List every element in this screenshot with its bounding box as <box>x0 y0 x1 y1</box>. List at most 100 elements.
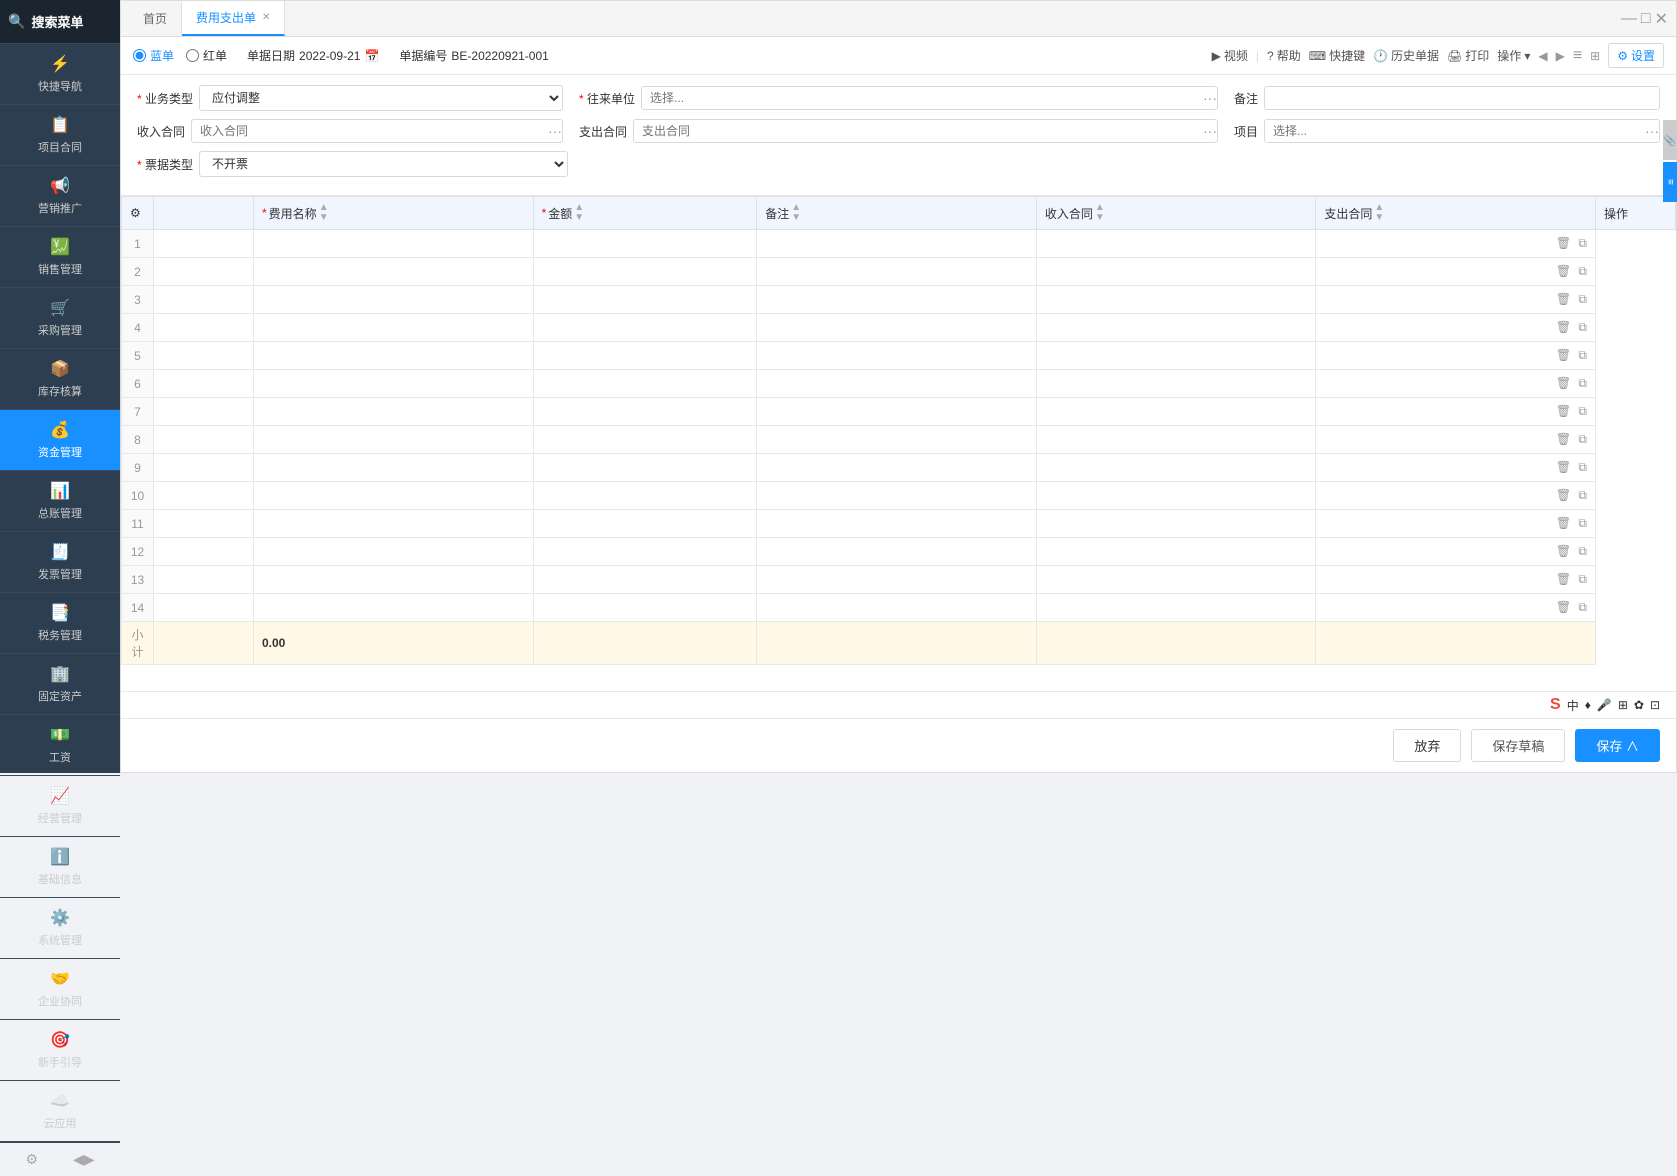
cell-income-8[interactable] <box>757 426 1037 454</box>
nav-next-btn[interactable]: ▶ <box>1556 49 1565 63</box>
copy-icon-7[interactable]: ⧉ <box>1578 404 1587 418</box>
delete-icon-3[interactable]: 🗑 <box>1556 292 1571 306</box>
settings-btn[interactable]: ⚙ 设置 <box>1608 43 1664 68</box>
cell-amount-3[interactable] <box>254 286 534 314</box>
cell-name-9[interactable] <box>154 454 254 482</box>
nav-prev-btn[interactable]: ◀ <box>1538 49 1547 63</box>
cell-expense-13[interactable] <box>1036 566 1316 594</box>
cell-income-3[interactable] <box>757 286 1037 314</box>
sidebar-item-quick-nav[interactable]: ⚡快捷导航 <box>0 44 120 105</box>
income-contract-dots[interactable]: ··· <box>548 123 562 139</box>
sort-icon-expense[interactable]: ▲▼ <box>1374 203 1384 223</box>
cell-amount-2[interactable] <box>254 258 534 286</box>
sort-icon-remark[interactable]: ▲▼ <box>791 203 801 223</box>
cell-income-14[interactable] <box>757 594 1037 622</box>
tab-home[interactable]: 首页 <box>129 2 182 35</box>
invoice-type-select[interactable]: 不开票 <box>199 151 568 177</box>
cell-name-6[interactable] <box>154 370 254 398</box>
save-draft-button[interactable]: 保存草稿 <box>1471 729 1565 762</box>
cell-expense-9[interactable] <box>1036 454 1316 482</box>
copy-icon-9[interactable]: ⧉ <box>1578 460 1587 474</box>
cell-amount-4[interactable] <box>254 314 534 342</box>
sidebar-item-system[interactable]: ⚙️系统管理 <box>0 898 120 959</box>
radio-red[interactable]: 红单 <box>186 47 227 64</box>
copy-icon-8[interactable]: ⧉ <box>1578 432 1587 446</box>
window-maximize-btn[interactable]: □ <box>1641 10 1651 28</box>
shortcut-btn[interactable]: ⌨ 快捷键 <box>1309 47 1365 64</box>
cell-amount-14[interactable] <box>254 594 534 622</box>
settings-icon[interactable]: ⚙ <box>25 1151 38 1168</box>
th-amount[interactable]: * 金额 ▲▼ <box>533 197 757 230</box>
cell-amount-12[interactable] <box>254 538 534 566</box>
copy-icon-3[interactable]: ⧉ <box>1578 292 1587 306</box>
delete-icon-8[interactable]: 🗑 <box>1556 432 1571 446</box>
delete-icon-14[interactable]: 🗑 <box>1556 600 1571 614</box>
th-income[interactable]: 收入合同 ▲▼ <box>1036 197 1316 230</box>
th-expense[interactable]: 支出合同 ▲▼ <box>1316 197 1596 230</box>
sidebar-item-tax[interactable]: 📑税务管理 <box>0 593 120 654</box>
save-button[interactable]: 保存 ∧ <box>1575 729 1660 762</box>
cell-expense-7[interactable] <box>1036 398 1316 426</box>
cell-amount-11[interactable] <box>254 510 534 538</box>
cell-expense-3[interactable] <box>1036 286 1316 314</box>
delete-icon-12[interactable]: 🗑 <box>1556 544 1571 558</box>
video-btn[interactable]: ▶ 视频 <box>1212 47 1248 64</box>
copy-icon-4[interactable]: ⧉ <box>1578 320 1587 334</box>
cell-amount-7[interactable] <box>254 398 534 426</box>
cell-remark-11[interactable] <box>533 510 757 538</box>
sidebar-item-enterprise[interactable]: 🤝企业协同 <box>0 959 120 1020</box>
cell-remark-9[interactable] <box>533 454 757 482</box>
delete-icon-2[interactable]: 🗑 <box>1556 264 1571 278</box>
income-contract-input[interactable] <box>192 120 544 142</box>
grid-view-btn[interactable]: ⊞ <box>1590 49 1600 63</box>
tab-expense-close[interactable]: ✕ <box>262 12 270 23</box>
date-value[interactable]: 2022-09-21 <box>299 49 360 63</box>
delete-icon-1[interactable]: 🗑 <box>1556 236 1571 250</box>
project-dots[interactable]: ··· <box>1645 123 1659 139</box>
copy-icon-1[interactable]: ⧉ <box>1578 236 1587 250</box>
tab-expense[interactable]: 费用支出单 ✕ <box>182 1 285 36</box>
copy-icon-2[interactable]: ⧉ <box>1578 264 1587 278</box>
right-panel-btn-1[interactable]: 📎 <box>1663 120 1677 160</box>
cell-amount-10[interactable] <box>254 482 534 510</box>
cell-expense-10[interactable] <box>1036 482 1316 510</box>
cell-remark-2[interactable] <box>533 258 757 286</box>
cell-remark-13[interactable] <box>533 566 757 594</box>
sidebar-header[interactable]: 🔍 搜索菜单 <box>0 0 120 44</box>
copy-icon-13[interactable]: ⧉ <box>1578 572 1587 586</box>
cell-expense-12[interactable] <box>1036 538 1316 566</box>
expense-contract-dots[interactable]: ··· <box>1203 123 1217 139</box>
cell-expense-6[interactable] <box>1036 370 1316 398</box>
cell-income-7[interactable] <box>757 398 1037 426</box>
cell-remark-6[interactable] <box>533 370 757 398</box>
calendar-icon[interactable]: 📅 <box>364 49 379 63</box>
sort-icon-income[interactable]: ▲▼ <box>1095 203 1105 223</box>
sidebar-item-sales[interactable]: 💹销售管理 <box>0 227 120 288</box>
history-btn[interactable]: 🕐 历史单据 <box>1373 47 1439 64</box>
window-minimize-btn[interactable]: — <box>1621 10 1637 28</box>
ops-btn[interactable]: 操作 ▾ <box>1497 47 1530 64</box>
expense-contract-input[interactable] <box>634 120 1199 142</box>
discard-button[interactable]: 放弃 <box>1393 729 1461 762</box>
cell-income-12[interactable] <box>757 538 1037 566</box>
cell-name-5[interactable] <box>154 342 254 370</box>
cell-income-9[interactable] <box>757 454 1037 482</box>
cell-name-3[interactable] <box>154 286 254 314</box>
help-btn[interactable]: ? 帮助 <box>1267 47 1301 64</box>
delete-icon-6[interactable]: 🗑 <box>1556 376 1571 390</box>
cell-name-10[interactable] <box>154 482 254 510</box>
sidebar-item-purchase[interactable]: 🛒采购管理 <box>0 288 120 349</box>
sort-icon-name[interactable]: ▲▼ <box>319 203 329 223</box>
list-view-btn[interactable]: ≡ <box>1573 47 1582 65</box>
sidebar-item-accounting[interactable]: 📊总账管理 <box>0 471 120 532</box>
project-input[interactable] <box>1265 120 1641 142</box>
cell-expense-8[interactable] <box>1036 426 1316 454</box>
cell-income-2[interactable] <box>757 258 1037 286</box>
cell-name-8[interactable] <box>154 426 254 454</box>
copy-icon-14[interactable]: ⧉ <box>1578 600 1587 614</box>
cell-income-5[interactable] <box>757 342 1037 370</box>
sort-icon-amount[interactable]: ▲▼ <box>574 203 584 223</box>
cell-expense-4[interactable] <box>1036 314 1316 342</box>
sidebar-search-label[interactable]: 搜索菜单 <box>31 12 83 31</box>
cell-amount-8[interactable] <box>254 426 534 454</box>
